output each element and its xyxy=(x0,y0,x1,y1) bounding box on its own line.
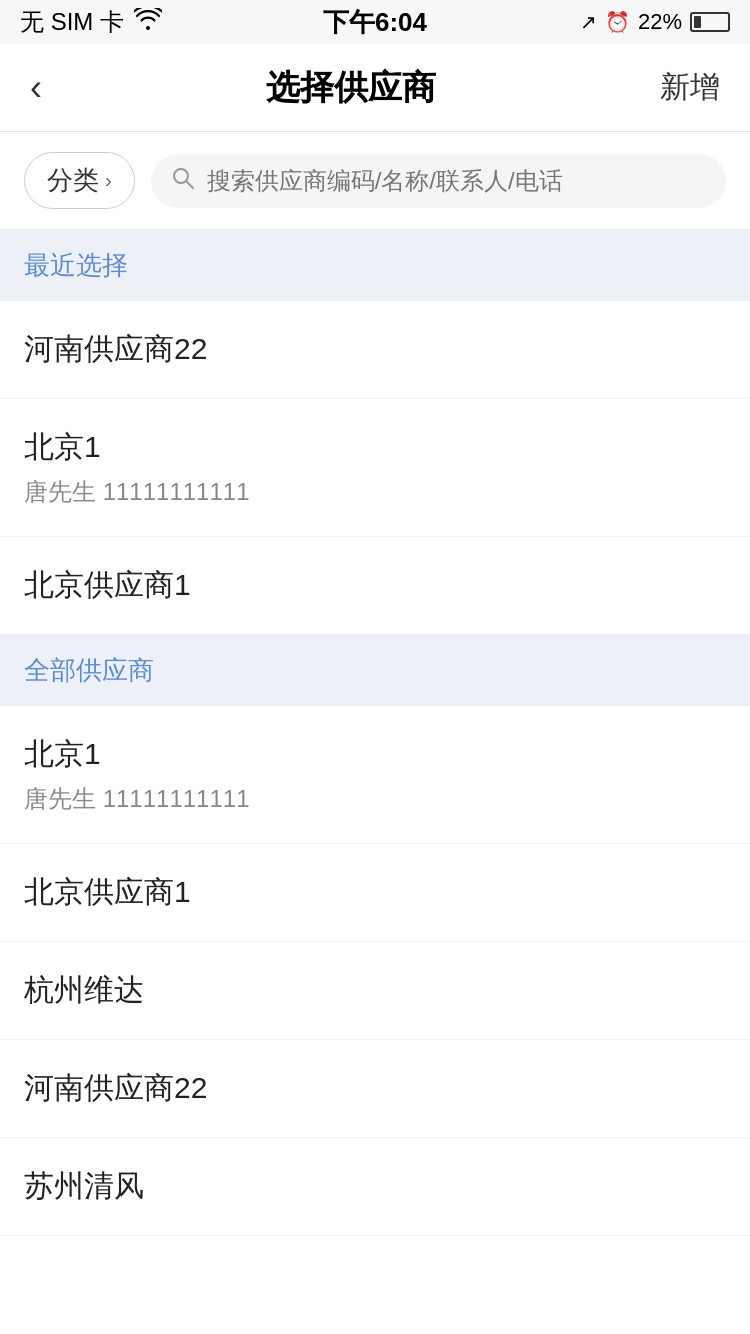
all-section-header: 全部供应商 xyxy=(0,635,750,706)
all-section-title: 全部供应商 xyxy=(24,655,154,685)
item-name: 杭州维达 xyxy=(24,970,726,1011)
list-item[interactable]: 河南供应商22 xyxy=(0,1040,750,1138)
no-sim-text: 无 SIM 卡 xyxy=(20,6,124,38)
item-name: 河南供应商22 xyxy=(24,1068,726,1109)
back-button[interactable]: ‹ xyxy=(30,67,42,109)
list-item[interactable]: 北京供应商1 xyxy=(0,537,750,635)
location-icon: ↗ xyxy=(580,10,597,34)
item-name: 北京供应商1 xyxy=(24,565,726,606)
alarm-icon: ⏰ xyxy=(605,10,630,34)
recent-section-header: 最近选择 xyxy=(0,230,750,301)
item-name: 北京供应商1 xyxy=(24,872,726,913)
add-button[interactable]: 新增 xyxy=(660,67,720,108)
list-item[interactable]: 杭州维达 xyxy=(0,942,750,1040)
list-item[interactable]: 河南供应商22 xyxy=(0,301,750,399)
list-item[interactable]: 北京1 唐先生 11111111111 xyxy=(0,706,750,844)
item-sub: 唐先生 11111111111 xyxy=(24,783,726,815)
category-label: 分类 xyxy=(47,163,99,198)
list-item[interactable]: 北京1 唐先生 11111111111 xyxy=(0,399,750,537)
search-input[interactable] xyxy=(207,167,706,195)
battery-icon xyxy=(690,12,730,32)
item-sub: 唐先生 11111111111 xyxy=(24,476,726,508)
list-item[interactable]: 北京供应商1 xyxy=(0,844,750,942)
recent-section-title: 最近选择 xyxy=(24,250,128,280)
search-box xyxy=(151,154,726,208)
nav-bar: ‹ 选择供应商 新增 xyxy=(0,44,750,132)
status-bar: 无 SIM 卡 下午6:04 ↗ ⏰ 22% xyxy=(0,0,750,44)
battery-percent: 22% xyxy=(638,9,682,35)
recent-items-list: 河南供应商22 北京1 唐先生 11111111111 北京供应商1 xyxy=(0,301,750,635)
all-items-list: 北京1 唐先生 11111111111 北京供应商1 杭州维达河南供应商22 苏州清风 xyxy=(0,706,750,1236)
search-icon xyxy=(171,166,195,196)
svg-line-1 xyxy=(186,181,193,188)
page-title: 选择供应商 xyxy=(266,65,436,111)
status-left: 无 SIM 卡 xyxy=(20,6,162,38)
status-right: ↗ ⏰ 22% xyxy=(580,9,730,35)
item-name: 北京1 xyxy=(24,734,726,775)
chevron-right-icon: › xyxy=(105,169,112,192)
status-time: 下午6:04 xyxy=(323,5,427,40)
list-item[interactable]: 苏州清风 xyxy=(0,1138,750,1236)
wifi-icon xyxy=(134,8,162,36)
item-name: 苏州清风 xyxy=(24,1166,726,1207)
item-name: 北京1 xyxy=(24,427,726,468)
item-name: 河南供应商22 xyxy=(24,329,726,370)
category-button[interactable]: 分类 › xyxy=(24,152,135,209)
filter-bar: 分类 › xyxy=(0,132,750,230)
